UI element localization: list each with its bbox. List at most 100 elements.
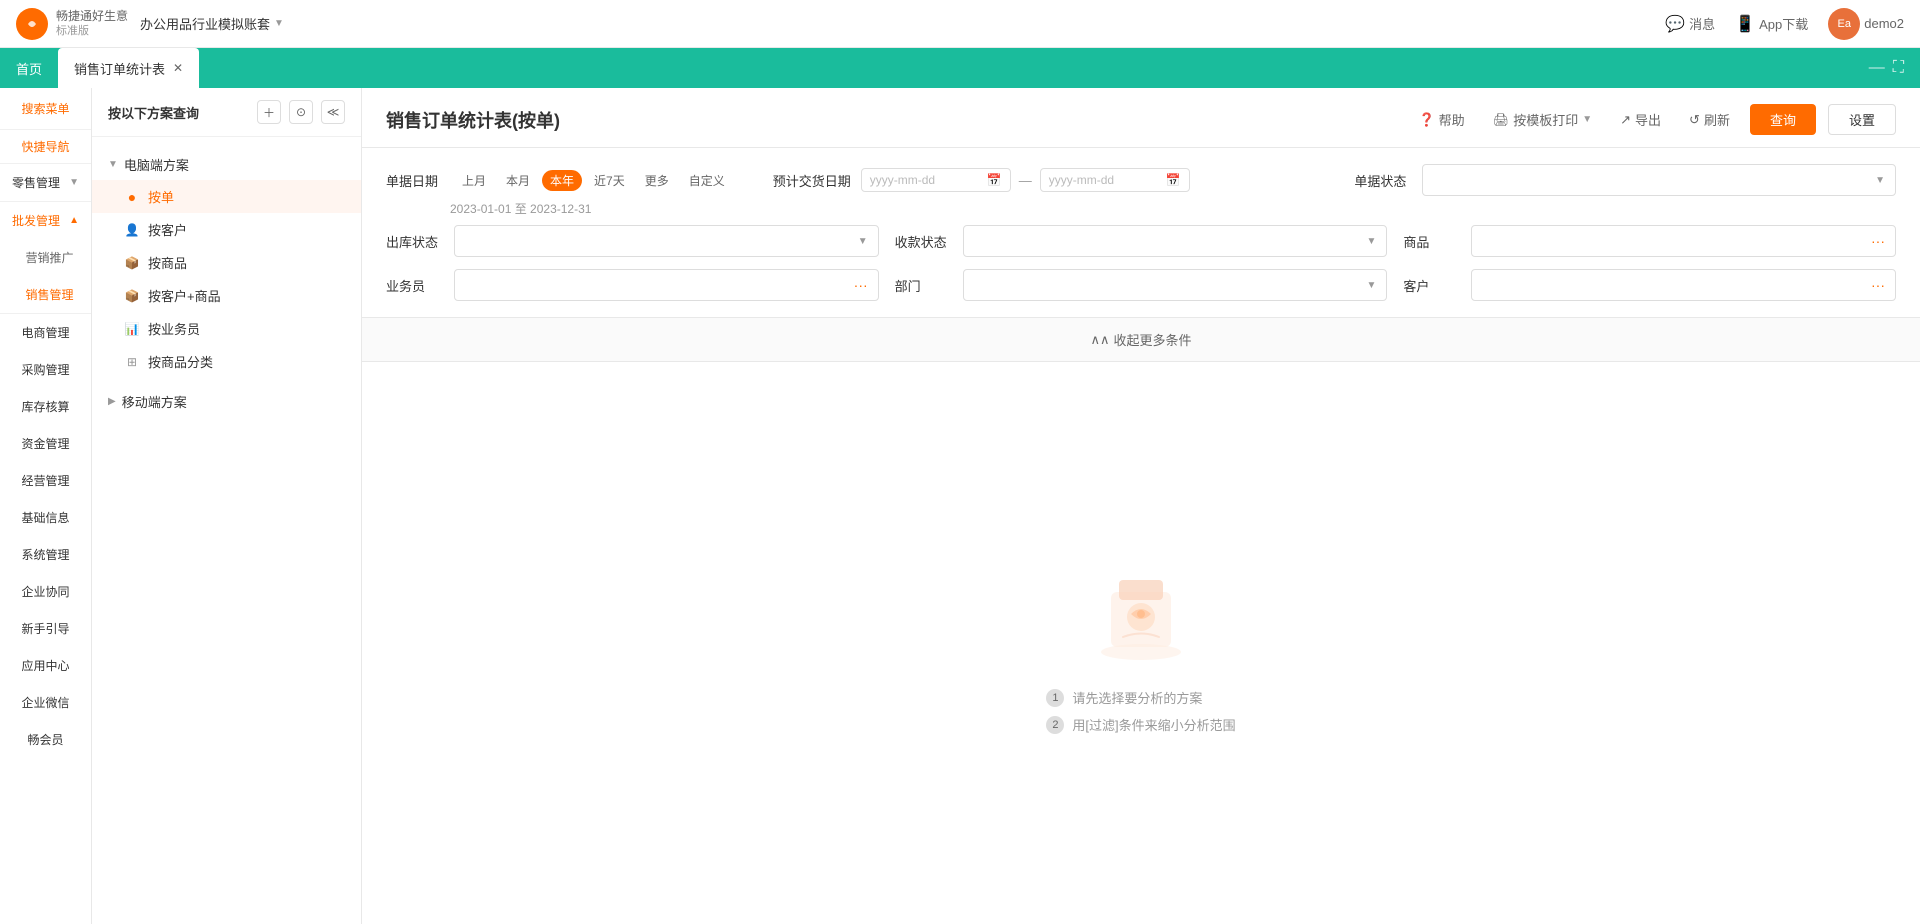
date-btn-this-year[interactable]: 本年 xyxy=(542,170,582,191)
message-nav[interactable]: 💬 消息 xyxy=(1665,14,1715,34)
tree-item-by-customer[interactable]: 👤 按客户 xyxy=(92,213,361,246)
tab-bar-actions: — ⛶ xyxy=(1869,59,1920,77)
sidebar-item-member[interactable]: 畅会员 xyxy=(0,721,91,758)
tab-sales-stats[interactable]: 销售订单统计表 ✕ xyxy=(58,48,199,88)
paystatus-label: 收款状态 xyxy=(895,232,955,251)
tab-bar: 首页 销售订单统计表 ✕ — ⛶ xyxy=(0,48,1920,88)
pay-status-select[interactable]: ▼ xyxy=(963,225,1388,257)
add-scheme-btn[interactable]: ＋ xyxy=(257,100,281,124)
delivery-date-from[interactable]: yyyy-mm-dd 📅 xyxy=(861,168,1011,192)
date-label: 单据日期 xyxy=(386,171,446,190)
sidebar-section-wholesale: 批发管理 ▲ 营销推广 销售管理 xyxy=(0,202,91,314)
empty-state: 1 请先选择要分析的方案 2 用[过滤]条件来缩小分析范围 xyxy=(362,362,1920,924)
download-nav[interactable]: 📱 App下载 xyxy=(1735,14,1808,34)
maximize-icon[interactable]: ⛶ xyxy=(1893,59,1904,77)
collapse-panel-btn[interactable]: ≪ xyxy=(321,100,345,124)
page-header: 销售订单统计表(按单) ❓ 帮助 🖨 按模板打印 ▼ ↗ 导出 ↺ 刷新 xyxy=(362,88,1920,148)
download-icon: 📱 xyxy=(1735,14,1755,34)
app-selector[interactable]: 办公用品行业模拟账套 ▼ xyxy=(140,14,284,33)
print-btn[interactable]: 🖨 按模板打印 ▼ xyxy=(1485,106,1600,133)
date-btn-this-month[interactable]: 本月 xyxy=(498,170,538,191)
salesman-label: 业务员 xyxy=(386,276,446,295)
tip-num-1: 1 xyxy=(1046,689,1064,707)
chevron-down-icon: ▼ xyxy=(274,18,284,29)
retail-arrow-icon: ▼ xyxy=(69,177,79,188)
goods-select[interactable]: ··· xyxy=(1471,225,1896,257)
date-btn-more[interactable]: 更多 xyxy=(637,170,677,191)
sidebar-item-marketing[interactable]: 营销推广 xyxy=(0,239,91,276)
salesman-dots-icon: ··· xyxy=(854,277,868,293)
sidebar-item-purchase[interactable]: 采购管理 xyxy=(0,351,91,388)
filter-form: 单据日期 上月 本月 本年 近7天 更多 自定义 预计交货日期 yyyy-mm-… xyxy=(362,148,1920,318)
refresh-btn[interactable]: ↺ 刷新 xyxy=(1681,106,1738,133)
date-btn-last-month[interactable]: 上月 xyxy=(454,170,494,191)
sidebar-search[interactable]: 搜索菜单 xyxy=(0,88,91,130)
wholesale-arrow-icon: ▲ xyxy=(69,215,79,226)
query-button[interactable]: 查询 xyxy=(1750,104,1816,135)
page-title: 销售订单统计表(按单) xyxy=(386,107,560,133)
sidebar-item-wechat[interactable]: 企业微信 xyxy=(0,684,91,721)
filter-goods-field: 商品 ··· xyxy=(1403,225,1896,257)
sidebar-item-appcenter[interactable]: 应用中心 xyxy=(0,647,91,684)
sidebar-item-newbie[interactable]: 新手引导 xyxy=(0,610,91,647)
sidebar-item-enterprise[interactable]: 企业协同 xyxy=(0,573,91,610)
tab-close-icon[interactable]: ✕ xyxy=(173,61,183,75)
date-range-display: 2023-01-01 至 2023-12-31 xyxy=(386,200,1896,225)
sidebar-item-operations[interactable]: 经营管理 xyxy=(0,462,91,499)
edit-scheme-btn[interactable]: ⊙ xyxy=(289,100,313,124)
tree-item-by-order[interactable]: ● 按单 xyxy=(92,180,361,213)
empty-illustration xyxy=(1081,552,1201,672)
calendar-to-icon: 📅 xyxy=(1166,173,1181,187)
filter-panel-title: 按以下方案查询 xyxy=(108,103,199,122)
print-arrow-icon: ▼ xyxy=(1582,114,1592,125)
salesman-select[interactable]: ··· xyxy=(454,269,879,301)
tree-group-mobile-label[interactable]: ▶ 移动端方案 xyxy=(92,386,361,417)
tree-item-by-goods-category[interactable]: ⊞ 按商品分类 xyxy=(92,345,361,378)
user-nav[interactable]: Ea demo2 xyxy=(1828,8,1904,40)
sidebar-section-retail: 零售管理 ▼ xyxy=(0,164,91,202)
delivery-date-to[interactable]: yyyy-mm-dd 📅 xyxy=(1040,168,1190,192)
tab-home[interactable]: 首页 xyxy=(0,48,58,88)
print-icon: 🖨 xyxy=(1493,112,1510,128)
tree-group-pc-label[interactable]: ▼ 电脑端方案 xyxy=(92,149,361,180)
calendar-from-icon: 📅 xyxy=(987,173,1002,187)
tree-group-pc: ▼ 电脑端方案 ● 按单 👤 按客户 📦 按商品 📦 按客户+商品 xyxy=(92,145,361,382)
top-bar-left: 畅捷通好生意 标准版 办公用品行业模拟账套 ▼ xyxy=(16,8,284,40)
sidebar-item-retail[interactable]: 零售管理 ▼ xyxy=(0,164,91,201)
sidebar-quick-nav[interactable]: 快捷导航 xyxy=(0,130,91,164)
empty-tip-1: 1 请先选择要分析的方案 xyxy=(1046,688,1235,707)
paystatus-chevron-icon: ▼ xyxy=(1366,236,1376,247)
top-bar: 畅捷通好生意 标准版 办公用品行业模拟账套 ▼ 💬 消息 📱 App下载 Ea … xyxy=(0,0,1920,48)
sidebar-item-wholesale[interactable]: 批发管理 ▲ xyxy=(0,202,91,239)
status-select[interactable]: ▼ xyxy=(1422,164,1896,196)
sidebar-item-basic[interactable]: 基础信息 xyxy=(0,499,91,536)
sidebar-item-inventory[interactable]: 库存核算 xyxy=(0,388,91,425)
tree-item-by-goods[interactable]: 📦 按商品 xyxy=(92,246,361,279)
out-status-select[interactable]: ▼ xyxy=(454,225,879,257)
dept-select[interactable]: ▼ xyxy=(963,269,1388,301)
sidebar-item-finance[interactable]: 资金管理 xyxy=(0,425,91,462)
customer-goods-icon: 📦 xyxy=(124,288,140,304)
date-btn-custom[interactable]: 自定义 xyxy=(681,170,733,191)
minimize-icon[interactable]: — xyxy=(1869,59,1885,77)
filter-panel-header: 按以下方案查询 ＋ ⊙ ≪ xyxy=(92,88,361,137)
tree-item-by-salesman[interactable]: 📊 按业务员 xyxy=(92,312,361,345)
sidebar-item-sales[interactable]: 销售管理 xyxy=(0,276,91,313)
filter-row-2: 出库状态 ▼ 收款状态 ▼ 商品 xyxy=(386,225,1896,257)
sidebar-item-ecommerce[interactable]: 电商管理 xyxy=(0,314,91,351)
date-btn-7days[interactable]: 近7天 xyxy=(586,170,633,191)
tree-item-by-customer-goods[interactable]: 📦 按客户+商品 xyxy=(92,279,361,312)
page-actions: ❓ 帮助 🖨 按模板打印 ▼ ↗ 导出 ↺ 刷新 查询 设置 xyxy=(1410,104,1896,135)
sidebar-item-system[interactable]: 系统管理 xyxy=(0,536,91,573)
customer-select[interactable]: ··· xyxy=(1471,269,1896,301)
filter-outstatus-field: 出库状态 ▼ xyxy=(386,225,879,257)
outstatus-chevron-icon: ▼ xyxy=(858,236,868,247)
customer-dots-icon: ··· xyxy=(1871,277,1885,293)
help-btn[interactable]: ❓ 帮助 xyxy=(1410,106,1472,133)
settings-button[interactable]: 设置 xyxy=(1828,104,1896,135)
filter-dept-field: 部门 ▼ xyxy=(895,269,1388,301)
tree-group-mobile: ▶ 移动端方案 xyxy=(92,382,361,421)
collapse-bar[interactable]: ∧∧ 收起更多条件 xyxy=(362,318,1920,362)
export-btn[interactable]: ↗ 导出 xyxy=(1612,106,1669,133)
order-icon: ● xyxy=(124,189,140,205)
